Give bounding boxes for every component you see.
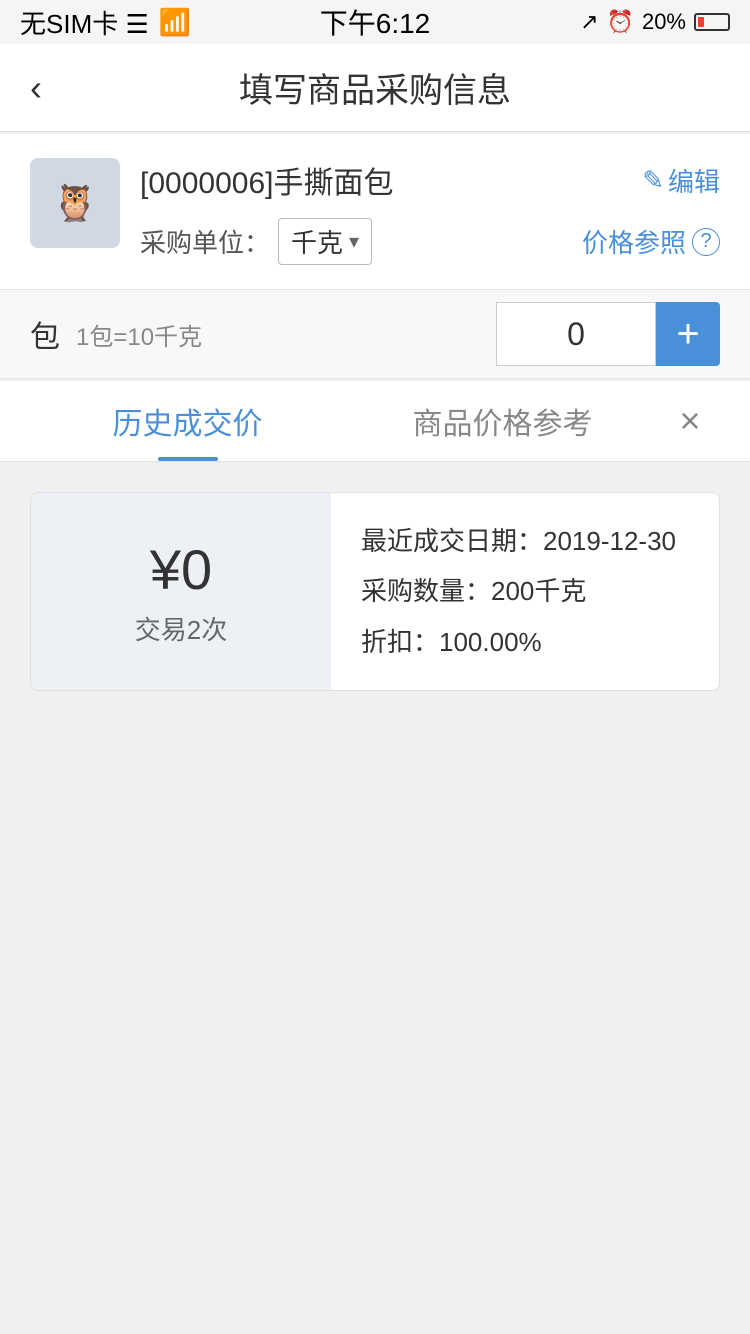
battery-percent: 20% <box>642 9 686 35</box>
edit-link[interactable]: ✎ 编辑 <box>642 162 720 199</box>
history-price-value: ¥0 <box>150 537 212 602</box>
location-icon: ↗ <box>580 9 598 35</box>
quantity-plus-button[interactable]: + <box>656 302 720 366</box>
quantity-detail-label: 采购数量： <box>361 576 491 606</box>
discount-value: 100.00% <box>439 627 542 657</box>
product-thumbnail: 🦉 <box>30 158 120 248</box>
battery-icon <box>694 13 730 31</box>
edit-icon: ✎ <box>642 165 664 196</box>
history-trade-count: 交易2次 <box>135 610 227 647</box>
alarm-icon: ⏰ <box>607 9 634 35</box>
recent-date-label: 最近成交日期： <box>361 526 543 556</box>
history-recent-date: 最近成交日期：2019-12-30 <box>361 523 689 559</box>
unit-select[interactable]: 千克 ▾ <box>278 218 372 265</box>
edit-label: 编辑 <box>668 162 720 199</box>
status-left: 无SIM卡 ☰ 📶 <box>20 4 191 41</box>
price-ref-link[interactable]: 价格参照 ? <box>582 223 720 260</box>
history-discount: 折扣：100.00% <box>361 624 689 660</box>
quantity-input[interactable]: 0 <box>496 302 656 366</box>
discount-label: 折扣： <box>361 627 439 657</box>
tab-product-price-ref[interactable]: 商品价格参考 <box>345 381 660 461</box>
tab-history-price[interactable]: 历史成交价 <box>30 381 345 461</box>
product-name: [0000006]手撕面包 <box>140 158 393 202</box>
unit-value: 千克 <box>291 223 343 260</box>
recent-date-value: 2019-12-30 <box>543 526 676 556</box>
quantity-row: 包 1包=10千克 0 + <box>0 289 750 379</box>
tab-history-price-label: 历史成交价 <box>113 399 263 443</box>
history-detail-side: 最近成交日期：2019-12-30 采购数量：200千克 折扣：100.00% <box>331 493 719 690</box>
status-time: 下午6:12 <box>320 2 431 42</box>
quantity-detail-value: 200千克 <box>491 576 586 606</box>
product-unit-row: 采购单位： 千克 ▾ 价格参照 ? <box>140 218 720 265</box>
help-icon: ? <box>692 228 720 256</box>
tab-bar: 历史成交价 商品价格参考 × <box>0 381 750 462</box>
back-button[interactable]: ‹ <box>0 67 72 109</box>
history-card: ¥0 交易2次 最近成交日期：2019-12-30 采购数量：200千克 折扣：… <box>30 492 720 691</box>
wifi-icon: 📶 <box>159 7 191 38</box>
page-title: 填写商品采购信息 <box>239 63 511 112</box>
history-quantity: 采购数量：200千克 <box>361 573 689 609</box>
bottom-area <box>0 721 750 1321</box>
product-info: [0000006]手撕面包 ✎ 编辑 采购单位： 千克 ▾ 价格参照 ? <box>140 158 720 265</box>
tab-product-price-ref-label: 商品价格参考 <box>413 399 593 443</box>
product-card: 🦉 [0000006]手撕面包 ✎ 编辑 采购单位： 千克 ▾ 价格参照 ? <box>0 134 750 289</box>
history-section: ¥0 交易2次 最近成交日期：2019-12-30 采购数量：200千克 折扣：… <box>0 462 750 721</box>
price-ref-label: 价格参照 <box>582 223 686 260</box>
nav-bar: ‹ 填写商品采购信息 <box>0 44 750 132</box>
quantity-label: 包 <box>30 312 60 356</box>
history-price-side: ¥0 交易2次 <box>31 493 331 690</box>
quantity-input-group: 0 + <box>496 302 720 366</box>
tab-underline <box>158 457 218 461</box>
carrier-text: 无SIM卡 ☰ <box>20 4 149 41</box>
status-bar: 无SIM卡 ☰ 📶 下午6:12 ↗ ⏰ 20% <box>0 0 750 44</box>
product-header: [0000006]手撕面包 ✎ 编辑 <box>140 158 720 202</box>
dropdown-icon: ▾ <box>349 229 359 254</box>
product-id: [0000006] <box>140 167 273 200</box>
unit-label: 采购单位： <box>140 223 270 260</box>
product-title: 手撕面包 <box>273 167 393 200</box>
quantity-unit-hint: 1包=10千克 <box>76 317 202 352</box>
owl-icon: 🦉 <box>53 182 98 224</box>
tab-close-button[interactable]: × <box>660 381 720 461</box>
status-right: ↗ ⏰ 20% <box>580 9 730 35</box>
